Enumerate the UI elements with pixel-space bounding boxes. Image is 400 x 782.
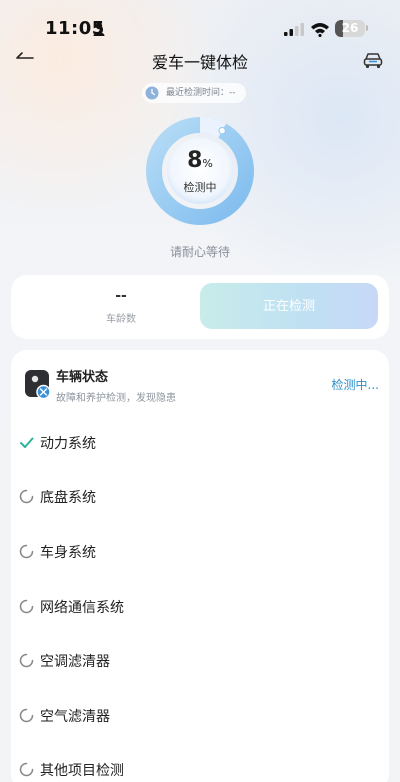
car-age-label: 车龄数 <box>106 314 136 325</box>
check-item-label: 动力系统 <box>40 436 96 452</box>
checking-button[interactable]: 正在检测 <box>200 283 378 329</box>
gauge-percent: 8% <box>145 148 255 173</box>
status-bar: 11:05 26 <box>0 0 400 52</box>
check-item-label: 空气滤清器 <box>40 709 110 725</box>
check-item-label: 车身系统 <box>40 545 96 561</box>
check-done-icon <box>20 437 34 448</box>
check-item-network-system[interactable]: 网络通信系统 <box>19 595 379 619</box>
check-item-air-filter[interactable]: 空气滤清器 <box>19 704 379 728</box>
gauge-percent-unit: % <box>202 157 213 170</box>
loading-spinner-icon <box>19 762 34 777</box>
vehicle-status-icon <box>25 370 51 399</box>
vehicle-status-card: 车辆状态 故障和养护检测，发现隐患 检测中... 动力系统 底盘系统 车身系统 … <box>11 350 389 782</box>
check-item-label: 空调滤清器 <box>40 654 110 670</box>
battery-percent: 26 <box>341 21 359 35</box>
check-item-chassis-system[interactable]: 底盘系统 <box>19 485 379 509</box>
last-check-label: 最近检测时间：-- <box>166 88 236 98</box>
check-item-label: 底盘系统 <box>40 490 96 506</box>
person-icon <box>93 22 105 36</box>
vehicle-status-subtitle: 故障和养护检测，发现隐患 <box>56 393 176 404</box>
vehicle-status-progress[interactable]: 检测中... <box>332 376 379 393</box>
loading-spinner-icon <box>19 544 34 559</box>
check-item-body-system[interactable]: 车身系统 <box>19 540 379 564</box>
check-item-ac-filter[interactable]: 空调滤清器 <box>19 649 379 673</box>
battery-cap <box>366 25 368 31</box>
check-item-power-system[interactable]: 动力系统 <box>19 431 379 455</box>
summary-card: -- 车龄数 正在检测 <box>11 275 389 339</box>
vehicle-status-title: 车辆状态 <box>56 370 109 385</box>
loading-spinner-icon <box>19 599 34 614</box>
loading-spinner-icon <box>19 653 34 668</box>
check-item-other[interactable]: 其他项目检测 <box>19 758 379 782</box>
clock-icon <box>145 86 159 100</box>
loading-spinner-icon <box>19 489 34 504</box>
wait-text: 请耐心等待 <box>169 245 230 259</box>
cellular-signal-icon <box>284 23 304 36</box>
battery-indicator: 26 <box>335 20 365 37</box>
page-title: 爱车一键体检 <box>151 53 248 72</box>
car-icon[interactable] <box>362 50 384 70</box>
loading-spinner-icon <box>19 708 34 723</box>
gauge-progress-dot <box>218 126 226 135</box>
wifi-icon <box>311 23 329 37</box>
gauge-status: 检测中 <box>183 181 217 194</box>
car-age-value: -- <box>115 288 127 304</box>
gauge-percent-value: 8 <box>187 148 203 173</box>
check-item-label: 网络通信系统 <box>40 600 124 616</box>
check-item-label: 其他项目检测 <box>40 763 124 779</box>
last-check-time: 最近检测时间：-- <box>142 83 246 103</box>
